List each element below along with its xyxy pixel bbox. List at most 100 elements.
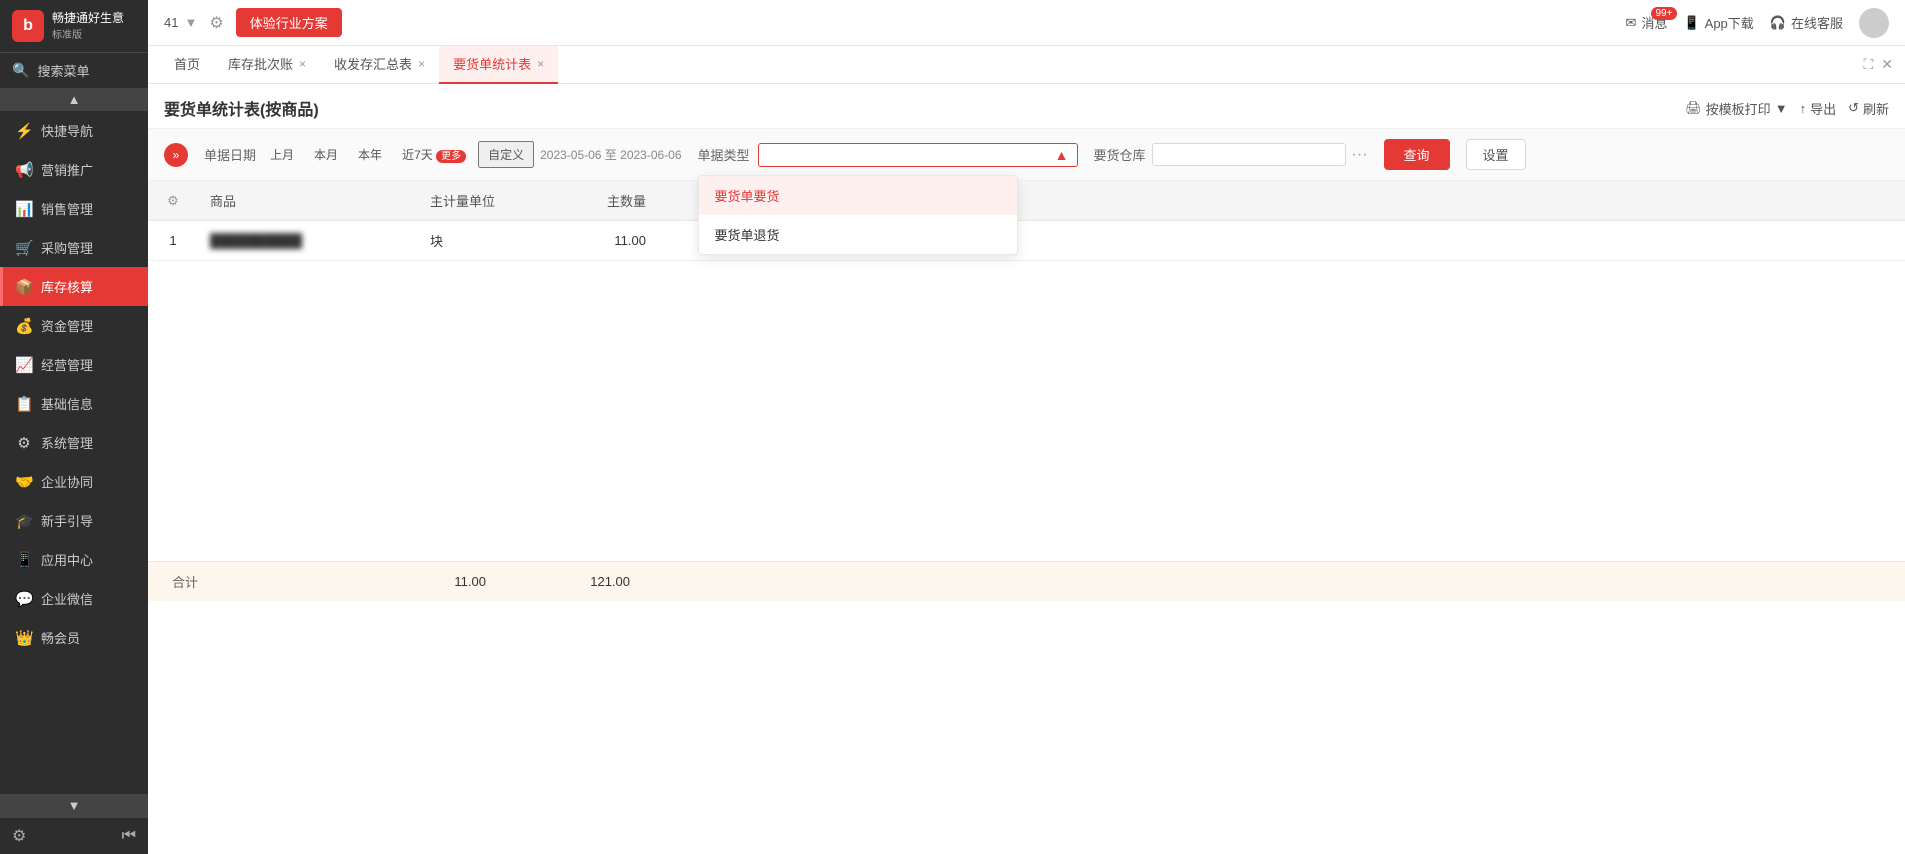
- phone-icon: 📱: [1683, 15, 1699, 31]
- sidebar-item-label: 系统管理: [41, 433, 93, 452]
- sidebar-item-xinshou[interactable]: 🎓 新手引导: [0, 501, 148, 540]
- money-icon: 💰: [15, 317, 33, 335]
- trial-button[interactable]: 体验行业方案: [236, 8, 342, 37]
- graduation-icon: 🎓: [15, 512, 33, 530]
- type-dropdown: 要货单要货 要货单退货: [698, 175, 1018, 255]
- sidebar-search[interactable]: 🔍 搜索菜单: [0, 53, 148, 88]
- gear-icon: ⚙: [15, 434, 33, 452]
- sidebar-item-xiaoshou[interactable]: 📊 销售管理: [0, 189, 148, 228]
- table-column-settings-icon[interactable]: ⚙: [167, 193, 179, 208]
- date-btn-last-month[interactable]: 上月: [262, 143, 302, 166]
- tab-home-label: 首页: [174, 54, 200, 73]
- header-left: 41 ▼ ⚙ 体验行业方案: [164, 8, 342, 37]
- sidebar-item-zijin[interactable]: 💰 资金管理: [0, 306, 148, 345]
- sidebar-item-qiye[interactable]: 🤝 企业协同: [0, 462, 148, 501]
- sidebar-item-label: 企业协同: [41, 472, 93, 491]
- dropdown-option-tuihuo-dan[interactable]: 要货单退货: [699, 215, 1017, 254]
- message-icon: ✉: [1626, 15, 1637, 31]
- sidebar-scroll-down[interactable]: ▼: [0, 794, 148, 817]
- tabs-maximize-icon[interactable]: ⛶: [1863, 56, 1873, 73]
- warehouse-filter-input[interactable]: [1161, 147, 1337, 162]
- sidebar-item-xitong[interactable]: ⚙ 系统管理: [0, 423, 148, 462]
- print-chevron-icon: ▼: [1775, 101, 1788, 116]
- type-chevron-up-icon[interactable]: ▲: [1055, 147, 1069, 163]
- sidebar-scroll-up[interactable]: ▲: [0, 88, 148, 111]
- refresh-label: 刷新: [1863, 99, 1889, 118]
- product-name-blurred: ██████████: [210, 233, 302, 248]
- header-settings-icon[interactable]: ⚙: [209, 13, 223, 33]
- sidebar-item-caigou[interactable]: 🛒 采购管理: [0, 228, 148, 267]
- settings-filter-button[interactable]: 设置: [1466, 139, 1526, 170]
- warehouse-more-icon[interactable]: ···: [1352, 146, 1368, 164]
- footer-label: 合计: [160, 572, 390, 591]
- collapse-icon[interactable]: ⏮: [122, 827, 136, 845]
- tab-close-shoufacun[interactable]: ×: [418, 57, 425, 71]
- sidebar-item-label: 采购管理: [41, 238, 93, 257]
- sidebar-item-yingxiao[interactable]: 📢 营销推广: [0, 150, 148, 189]
- trending-icon: 📈: [15, 356, 33, 374]
- tab-shoufacun[interactable]: 收发存汇总表 ×: [320, 46, 439, 84]
- chevron-up-icon: ▲: [68, 92, 81, 107]
- query-button[interactable]: 查询: [1384, 139, 1450, 170]
- box-icon: 📦: [15, 278, 33, 296]
- tabs-close-icon[interactable]: ✕: [1881, 56, 1893, 73]
- tab-close-yaohuo[interactable]: ×: [537, 57, 544, 71]
- option-label: 要货单要货: [715, 189, 780, 204]
- tab-close-kucun[interactable]: ×: [299, 57, 306, 71]
- export-button[interactable]: ↑ 导出: [1800, 99, 1837, 118]
- cell-product: ██████████: [198, 221, 418, 261]
- date-btn-this-year[interactable]: 本年: [350, 143, 390, 166]
- app-download-action[interactable]: 📱 App下载: [1683, 13, 1753, 32]
- tab-home[interactable]: 首页: [160, 46, 214, 84]
- expand-filter-button[interactable]: »: [164, 143, 188, 167]
- data-table: ⚙ 商品 主计量单位 主数量 零售金额 1: [148, 181, 1905, 261]
- sidebar-item-weixin[interactable]: 💬 企业微信: [0, 579, 148, 618]
- app-sub: 标准版: [52, 26, 124, 41]
- footer-amount: 121.00: [510, 574, 630, 589]
- wechat-icon: 💬: [15, 590, 33, 608]
- top-header: 41 ▼ ⚙ 体验行业方案 ✉ 消息 99+ 📱 App下载 🎧 在线客服: [148, 0, 1905, 46]
- message-action[interactable]: ✉ 消息 99+: [1626, 13, 1668, 32]
- type-filter-group: 单据类型 ▲ 要货单要货 要货单退货: [698, 143, 1078, 167]
- tab-yaohuo[interactable]: 要货单统计表 ×: [439, 46, 558, 84]
- sidebar: b 畅捷通好生意 标准版 🔍 搜索菜单 ▲ ⚡ 快捷导航 📢 营销推广 📊 销售…: [0, 0, 148, 854]
- clipboard-icon: 📋: [15, 395, 33, 413]
- sidebar-item-huiyuan[interactable]: 👑 畅会员: [0, 618, 148, 657]
- filter-bar: » 单据日期 上月 本月 本年 近7天 更多 自定义 2023-05-06 至 …: [148, 129, 1905, 181]
- dropdown-option-yaohuo-dan[interactable]: 要货单要货: [699, 176, 1017, 215]
- sidebar-item-jingying[interactable]: 📈 经营管理: [0, 345, 148, 384]
- col-qty: 主数量: [538, 181, 658, 221]
- header-right: ✉ 消息 99+ 📱 App下载 🎧 在线客服: [1626, 8, 1889, 38]
- sidebar-item-yingyong[interactable]: 📱 应用中心: [0, 540, 148, 579]
- sidebar-item-kucun[interactable]: 📦 库存核算: [0, 267, 148, 306]
- user-avatar[interactable]: [1859, 8, 1889, 38]
- tab-label: 收发存汇总表: [334, 54, 412, 73]
- option-label: 要货单退货: [715, 228, 780, 243]
- sidebar-logo: b 畅捷通好生意 标准版: [0, 0, 148, 53]
- online-service-action[interactable]: 🎧 在线客服: [1770, 13, 1843, 32]
- sidebar-item-label: 基础信息: [41, 394, 93, 413]
- print-button[interactable]: 🖨 按模板打印 ▼: [1685, 99, 1787, 118]
- date-btn-7days[interactable]: 近7天 更多: [394, 143, 474, 166]
- sidebar-nav: ⚡ 快捷导航 📢 营销推广 📊 销售管理 🛒 采购管理 📦 库存核算 💰 资金管…: [0, 111, 148, 794]
- sidebar-item-label: 畅会员: [41, 628, 80, 647]
- type-filter-input[interactable]: [767, 147, 1055, 162]
- date-btn-this-month[interactable]: 本月: [306, 143, 346, 166]
- sidebar-item-jichu[interactable]: 📋 基础信息: [0, 384, 148, 423]
- date-buttons: 上月 本月 本年 近7天 更多 自定义: [262, 141, 534, 168]
- tabs-bar: 首页 库存批次账 × 收发存汇总表 × 要货单统计表 × ⛶ ✕: [148, 46, 1905, 84]
- table-footer: 合计 11.00 121.00: [148, 561, 1905, 601]
- sidebar-item-label: 应用中心: [41, 550, 93, 569]
- store-selector[interactable]: 41 ▼: [164, 15, 197, 30]
- crown-icon: 👑: [15, 629, 33, 647]
- cell-unit: 块: [418, 221, 538, 261]
- settings-bottom-icon[interactable]: ⚙: [12, 826, 26, 846]
- page-header-actions: 🖨 按模板打印 ▼ ↑ 导出 ↺ 刷新: [1685, 99, 1889, 118]
- sidebar-item-kuaijie[interactable]: ⚡ 快捷导航: [0, 111, 148, 150]
- date-btn-custom[interactable]: 自定义: [478, 141, 534, 168]
- tab-kucun-pici[interactable]: 库存批次账 ×: [214, 46, 320, 84]
- warehouse-filter-group: 要货仓库 ···: [1094, 143, 1368, 166]
- refresh-button[interactable]: ↺ 刷新: [1848, 99, 1889, 118]
- sidebar-item-label: 新手引导: [41, 511, 93, 530]
- search-icon: 🔍: [12, 62, 29, 79]
